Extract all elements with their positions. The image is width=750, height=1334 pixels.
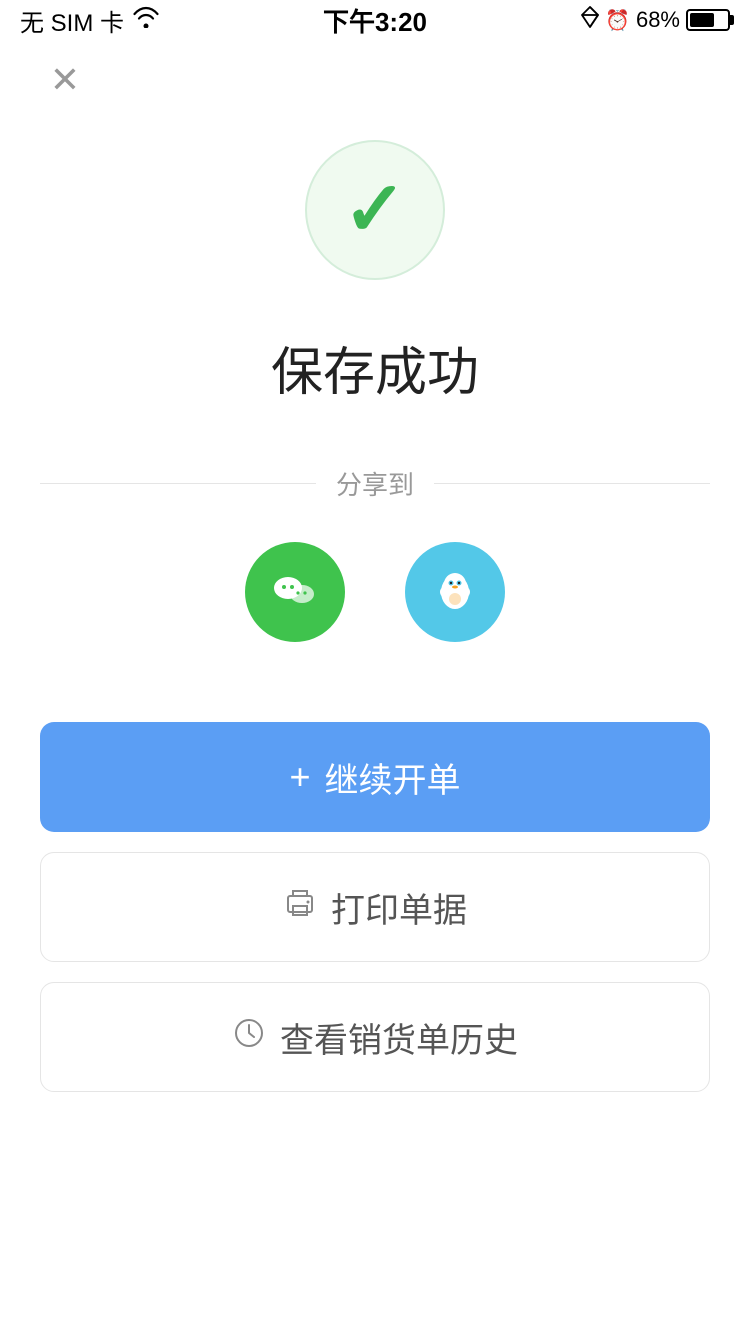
checkmark-icon: ✓: [343, 172, 407, 248]
success-title: 保存成功: [271, 330, 479, 405]
status-right: ⏰ 68%: [581, 6, 730, 34]
status-bar: 无 SIM 卡 下午3:20 ⏰ 68%: [0, 0, 750, 40]
share-section: 分享到: [40, 465, 710, 642]
history-button-label: 查看销货单历史: [280, 1013, 518, 1062]
wechat-share-button[interactable]: [245, 542, 345, 642]
print-icon: [283, 886, 317, 929]
print-button-label: 打印单据: [331, 883, 467, 932]
action-buttons: + 继续开单 打印单据 查看销货单历史: [0, 722, 750, 1092]
qq-share-button[interactable]: [405, 542, 505, 642]
share-divider: 分享到: [40, 465, 710, 502]
wechat-icon: [267, 564, 323, 620]
qq-icon: [427, 564, 483, 620]
plus-icon: +: [289, 756, 310, 798]
success-circle: ✓: [305, 140, 445, 280]
close-icon: ✕: [50, 62, 80, 98]
close-button[interactable]: ✕: [40, 55, 90, 105]
status-left: 无 SIM 卡: [20, 3, 160, 38]
success-section: ✓ 保存成功 分享到: [40, 140, 710, 702]
location-icon: [581, 6, 599, 34]
wifi-icon: [132, 6, 160, 35]
continue-button[interactable]: + 继续开单: [40, 722, 710, 832]
print-button[interactable]: 打印单据: [40, 852, 710, 962]
divider-line-left: [40, 483, 316, 484]
history-button[interactable]: 查看销货单历史: [40, 982, 710, 1092]
carrier-text: 无 SIM 卡: [20, 3, 124, 38]
clock-icon: [232, 1016, 266, 1059]
main-content: ✓ 保存成功 分享到: [0, 40, 750, 702]
divider-line-right: [434, 483, 710, 484]
share-label: 分享到: [316, 465, 434, 502]
share-icons-container: [245, 542, 505, 642]
continue-button-label: 继续开单: [325, 753, 461, 802]
status-time: 下午3:20: [323, 2, 427, 39]
battery-icon: [686, 9, 730, 31]
alarm-icon: ⏰: [605, 8, 630, 33]
battery-percent: 68%: [636, 7, 680, 33]
